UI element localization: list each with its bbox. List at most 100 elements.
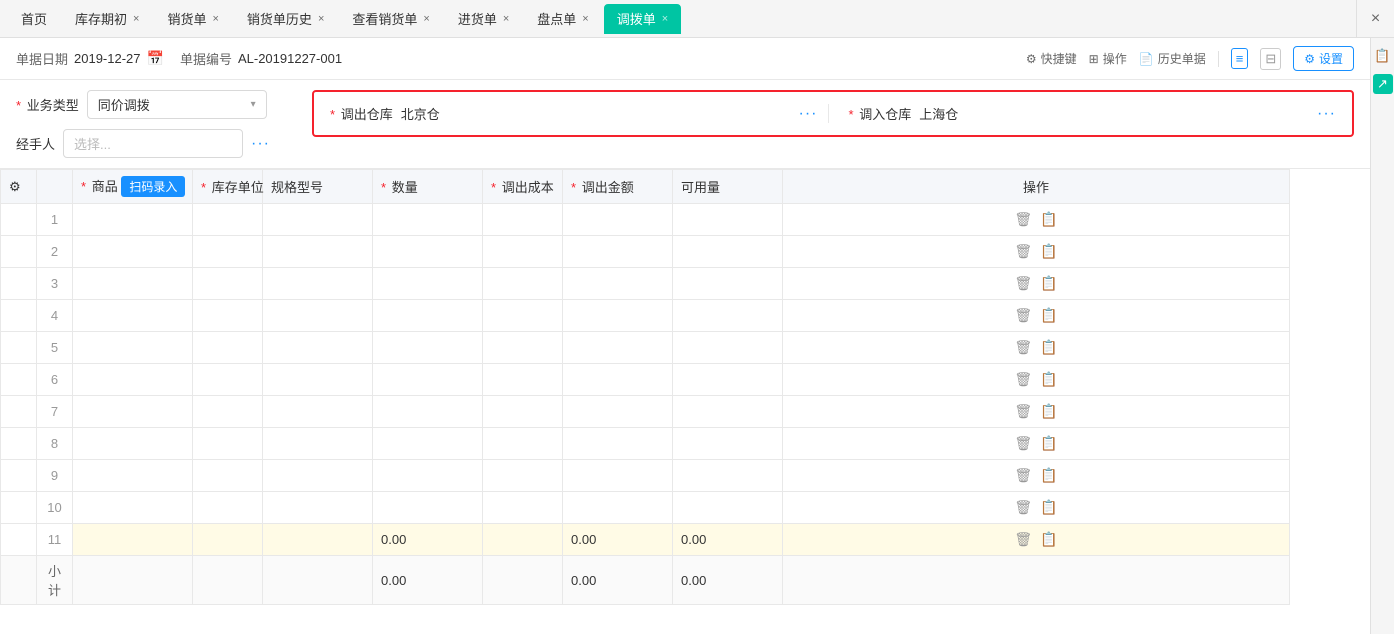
row-qty-cell[interactable] [373, 236, 483, 268]
row-cost-cell[interactable] [483, 460, 563, 492]
delete-icon[interactable]: 🗑 [1014, 211, 1032, 228]
row-product-cell[interactable] [73, 396, 193, 428]
row-spec-cell[interactable] [263, 364, 373, 396]
delete-icon[interactable]: 🗑 [1014, 339, 1032, 356]
row-unit-cell[interactable] [193, 332, 263, 364]
tab-sales-history-close[interactable]: × [318, 13, 324, 25]
row-qty-cell[interactable] [373, 204, 483, 236]
row-spec-cell[interactable] [263, 460, 373, 492]
warehouse-in-value[interactable]: 上海仓 [919, 104, 958, 123]
row-unit-cell[interactable] [193, 236, 263, 268]
tab-purchase-order-close[interactable]: × [503, 13, 509, 25]
copy-icon[interactable]: 📋 [1040, 403, 1057, 420]
copy-icon[interactable]: 📋 [1040, 467, 1057, 484]
row-spec-cell[interactable] [263, 268, 373, 300]
row-unit-cell[interactable] [193, 364, 263, 396]
tab-transfer-order[interactable]: 调拨单 × [604, 4, 681, 34]
shortcut-button[interactable]: ⚙ 快捷键 [1026, 50, 1077, 67]
row-product-cell[interactable] [73, 268, 193, 300]
row-cost-cell[interactable] [483, 332, 563, 364]
row-cost-cell[interactable] [483, 236, 563, 268]
tab-view-sales[interactable]: 查看销货单 × [339, 4, 442, 34]
row-unit-cell[interactable] [193, 204, 263, 236]
tab-sales-history[interactable]: 销货单历史 × [234, 4, 337, 34]
tab-inventory-init[interactable]: 库存期初 × [62, 4, 152, 34]
row-unit-cell[interactable] [193, 524, 263, 556]
tab-purchase-order[interactable]: 进货单 × [445, 4, 522, 34]
delete-icon[interactable]: 🗑 [1014, 499, 1032, 516]
row-unit-cell[interactable] [193, 396, 263, 428]
tab-sales-order-close[interactable]: × [212, 13, 218, 25]
row-qty-cell[interactable] [373, 364, 483, 396]
calendar-icon[interactable]: 📅 [147, 50, 164, 67]
row-amount-cell[interactable] [563, 492, 673, 524]
row-qty-cell[interactable] [373, 396, 483, 428]
row-amount-cell[interactable] [563, 236, 673, 268]
copy-icon[interactable]: 📋 [1040, 371, 1057, 388]
row-spec-cell[interactable] [263, 396, 373, 428]
row-cost-cell[interactable] [483, 428, 563, 460]
row-amount-cell[interactable] [563, 300, 673, 332]
row-amount-cell[interactable] [563, 204, 673, 236]
row-amount-cell[interactable] [563, 332, 673, 364]
scan-button[interactable]: 扫码录入 [121, 176, 185, 197]
delete-icon[interactable]: 🗑 [1014, 467, 1032, 484]
row-amount-cell[interactable] [563, 268, 673, 300]
copy-icon[interactable]: 📋 [1040, 243, 1057, 260]
row-product-cell[interactable] [73, 460, 193, 492]
row-cost-cell[interactable] [483, 396, 563, 428]
copy-icon[interactable]: 📋 [1040, 339, 1057, 356]
row-spec-cell[interactable] [263, 204, 373, 236]
row-qty-cell[interactable] [373, 460, 483, 492]
window-close-button[interactable]: × [1356, 0, 1394, 38]
row-product-cell[interactable] [73, 524, 193, 556]
handler-select[interactable]: 选择... [63, 129, 243, 158]
row-unit-cell[interactable] [193, 492, 263, 524]
row-product-cell[interactable] [73, 236, 193, 268]
warehouse-in-more-button[interactable]: ··· [1317, 105, 1336, 123]
row-unit-cell[interactable] [193, 300, 263, 332]
row-amount-cell[interactable] [563, 396, 673, 428]
row-qty-cell[interactable] [373, 332, 483, 364]
delete-icon[interactable]: 🗑 [1014, 435, 1032, 452]
delete-icon[interactable]: 🗑 [1014, 275, 1032, 292]
copy-icon[interactable]: 📋 [1040, 275, 1057, 292]
grid-view-button[interactable]: ⊟ [1260, 48, 1281, 70]
row-spec-cell[interactable] [263, 300, 373, 332]
row-amount-cell[interactable] [563, 364, 673, 396]
row-product-cell[interactable] [73, 300, 193, 332]
row-product-cell[interactable] [73, 204, 193, 236]
tab-transfer-order-close[interactable]: × [662, 13, 668, 25]
row-product-cell[interactable] [73, 428, 193, 460]
row-qty-cell[interactable] [373, 300, 483, 332]
delete-icon[interactable]: 🗑 [1014, 403, 1032, 420]
tab-view-sales-close[interactable]: × [423, 13, 429, 25]
row-amount-cell[interactable] [563, 428, 673, 460]
handler-more-button[interactable]: ··· [251, 135, 270, 153]
delete-icon[interactable]: 🗑 [1014, 307, 1032, 324]
delete-icon[interactable]: 🗑 [1014, 531, 1032, 548]
copy-icon[interactable]: 📋 [1040, 531, 1057, 548]
history-button[interactable]: 📄 历史单据 [1139, 50, 1206, 67]
delete-icon[interactable]: 🗑 [1014, 243, 1032, 260]
row-spec-cell[interactable] [263, 524, 373, 556]
row-spec-cell[interactable] [263, 236, 373, 268]
row-unit-cell[interactable] [193, 460, 263, 492]
panel-expand-icon[interactable]: ↗ [1373, 74, 1393, 94]
warehouse-out-value[interactable]: 北京仓 [401, 104, 440, 123]
copy-icon[interactable]: 📋 [1040, 499, 1057, 516]
row-product-cell[interactable] [73, 364, 193, 396]
warehouse-out-more-button[interactable]: ··· [799, 105, 818, 123]
copy-icon[interactable]: 📋 [1040, 435, 1057, 452]
row-cost-cell[interactable] [483, 300, 563, 332]
row-qty-cell[interactable] [373, 492, 483, 524]
col-settings-header[interactable]: ⚙ [1, 170, 37, 204]
panel-doc-icon[interactable]: 📋 [1373, 46, 1393, 66]
row-qty-cell[interactable] [373, 428, 483, 460]
row-unit-cell[interactable] [193, 268, 263, 300]
row-cost-cell[interactable] [483, 364, 563, 396]
copy-icon[interactable]: 📋 [1040, 307, 1057, 324]
row-product-cell[interactable] [73, 492, 193, 524]
delete-icon[interactable]: 🗑 [1014, 371, 1032, 388]
tab-inventory-check-close[interactable]: × [582, 13, 588, 25]
